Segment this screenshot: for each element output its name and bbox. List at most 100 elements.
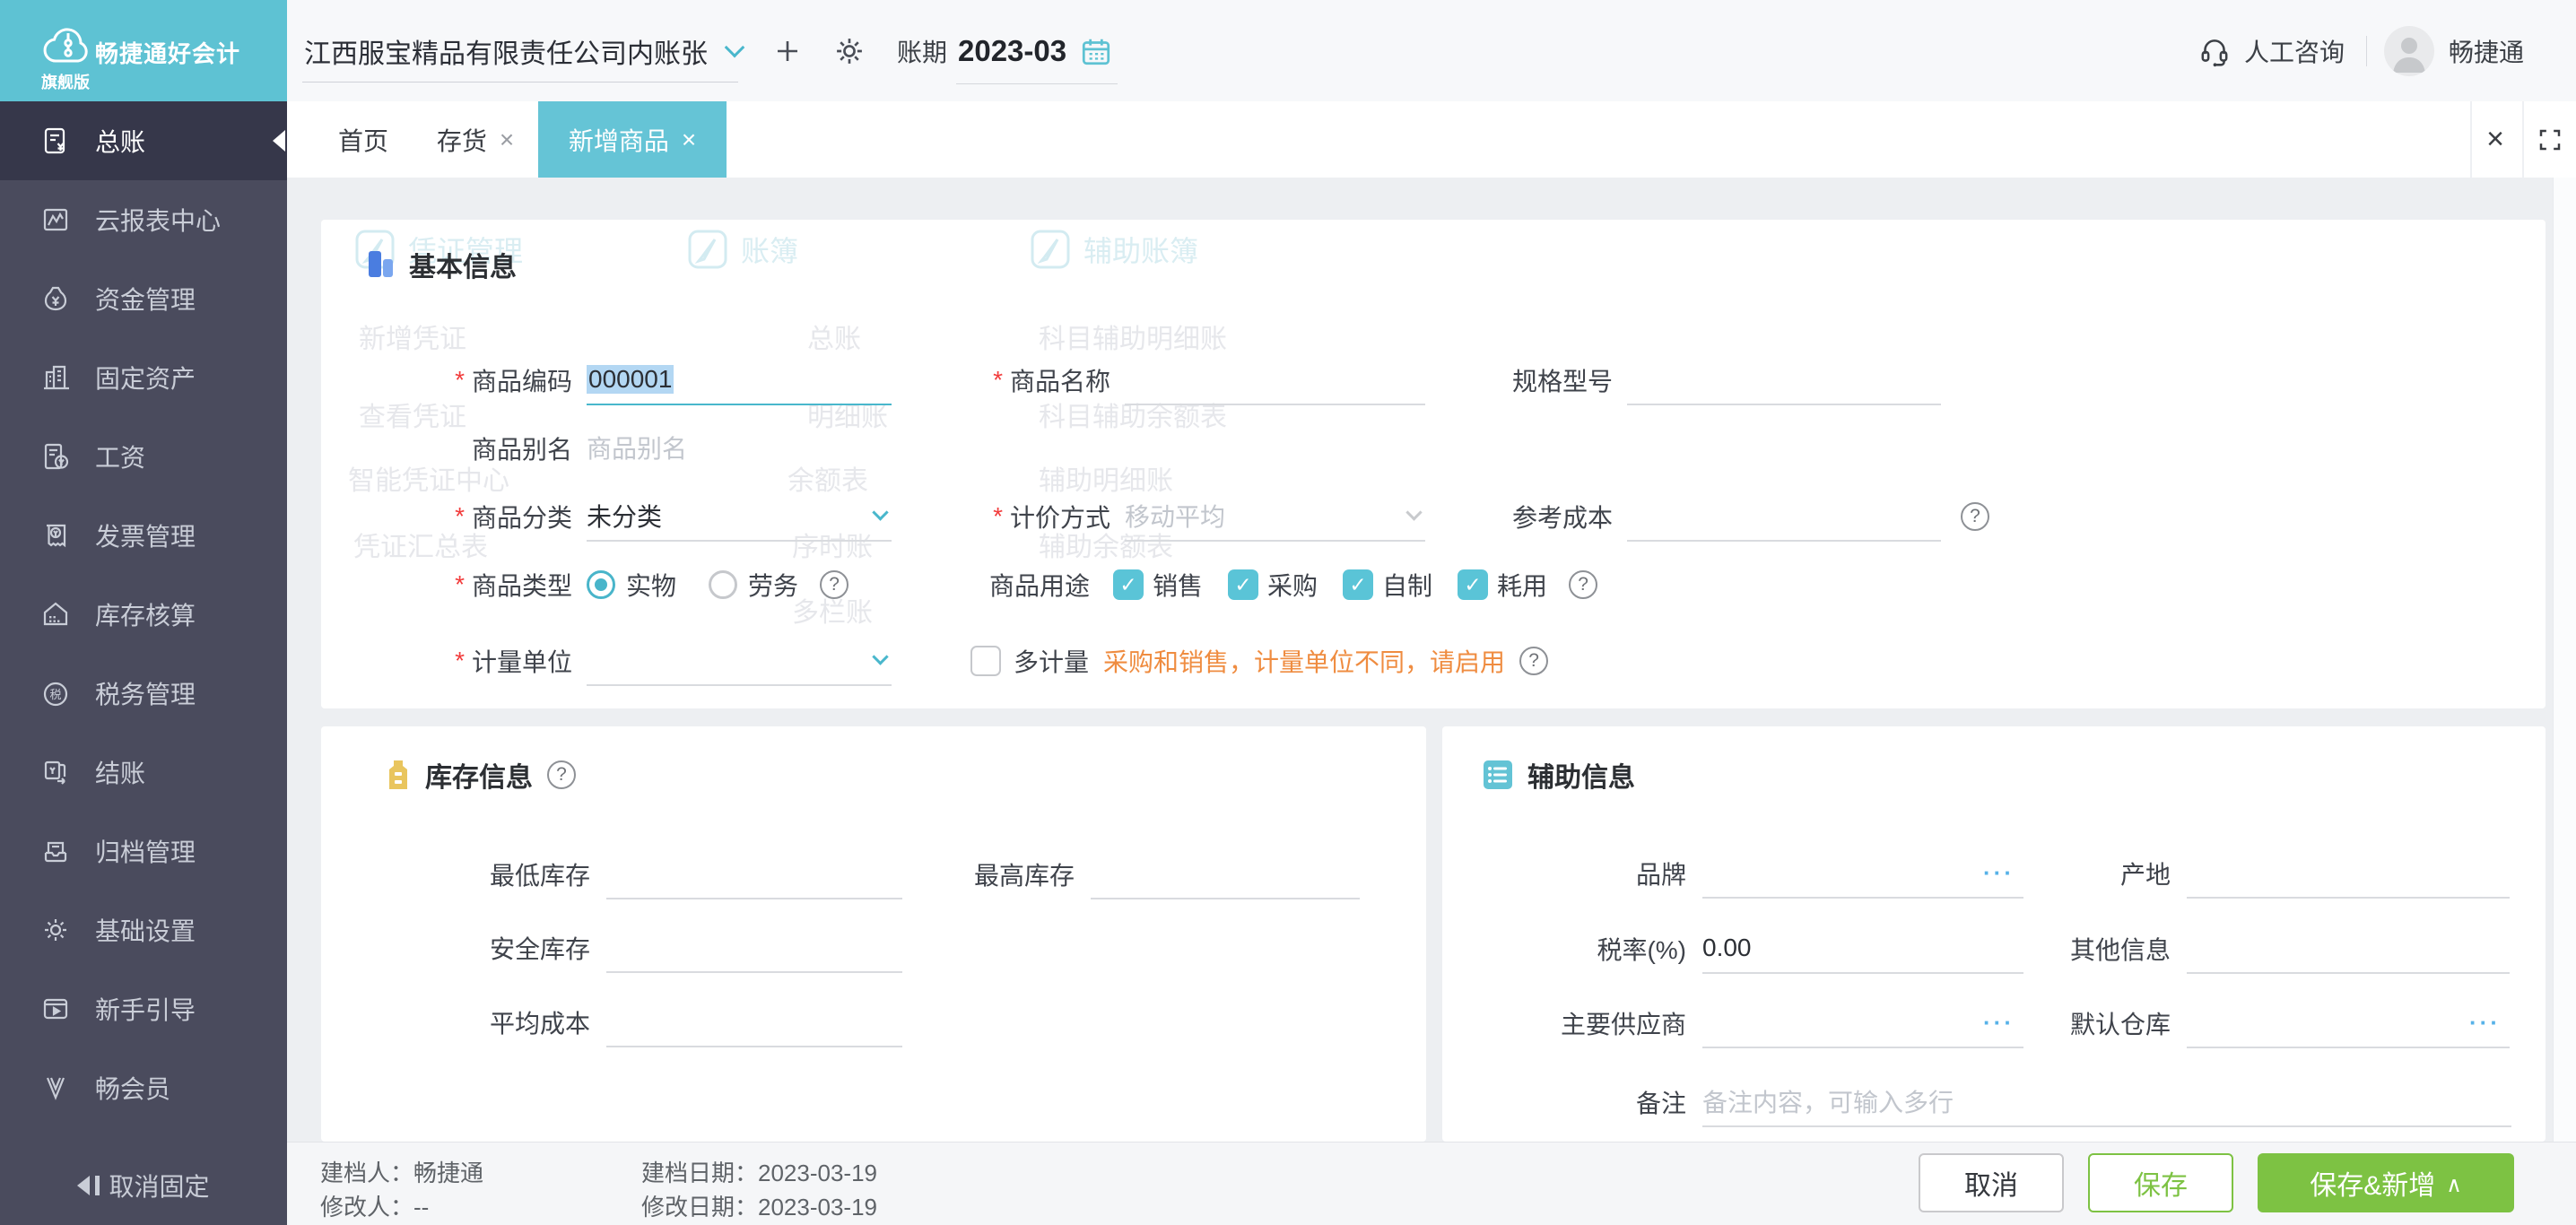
top-bar: 江西服宝精品有限责任公司内账张 账期 2023-03 人工咨询 畅捷通 (287, 0, 2576, 101)
scrollbar[interactable] (2553, 178, 2576, 1142)
sidebar-item-member[interactable]: 畅会员 (0, 1048, 287, 1127)
tab-new-product[interactable]: 新增商品 × (538, 101, 727, 178)
period-picker[interactable]: 2023-03 (958, 0, 1113, 101)
sidebar-item-fixed-assets[interactable]: 固定资产 (0, 338, 287, 417)
svg-text:税: 税 (49, 688, 61, 701)
brand-label: 品牌 (1635, 861, 1686, 889)
pricing-select[interactable]: 移动平均 (1125, 491, 1425, 542)
fullscreen-button[interactable] (2522, 101, 2576, 178)
help-icon[interactable]: ? (820, 570, 849, 599)
max-stock-input[interactable] (1091, 849, 1360, 899)
close-icon[interactable]: × (500, 126, 514, 154)
help-icon[interactable]: ? (1569, 570, 1598, 599)
origin-input[interactable] (2187, 848, 2510, 899)
general-ledger-icon (44, 127, 65, 154)
radio-physical[interactable] (587, 570, 615, 599)
ref-cost-input[interactable] (1627, 491, 1941, 542)
multi-unit-checkbox[interactable] (970, 646, 1001, 676)
checkbox-self-made[interactable]: ✓ (1343, 569, 1374, 600)
checkbox-self-made-label: 自制 (1382, 572, 1433, 600)
sidebar-item-guide[interactable]: 新手引导 (0, 969, 287, 1048)
cancel-button[interactable]: 取消 (1919, 1153, 2064, 1212)
member-icon (46, 1077, 65, 1100)
sidebar-item-payroll[interactable]: 工资 (0, 417, 287, 496)
pricing-field: * 计价方式 移动平均 (949, 491, 1425, 542)
supplier-input[interactable]: ··· (1702, 998, 2023, 1048)
avg-cost-field: 平均成本 (402, 997, 902, 1047)
cloud-report-icon (43, 208, 68, 231)
ellipsis-picker-icon[interactable]: ··· (2469, 1009, 2501, 1037)
other-info-input[interactable] (2187, 924, 2510, 974)
other-info-field: 其他信息 (1980, 924, 2510, 974)
add-account-button[interactable] (771, 0, 804, 101)
checkbox-sale[interactable]: ✓ (1113, 569, 1144, 600)
other-info-label: 其他信息 (2069, 936, 2171, 964)
company-selector[interactable]: 江西服宝精品有限责任公司内账张 (304, 0, 745, 101)
sidebar-item-general-ledger[interactable]: 总账 (0, 101, 287, 180)
spec-input[interactable] (1627, 355, 1941, 405)
product-name-input[interactable] (1125, 355, 1425, 405)
basic-info-title: 基本信息 (409, 253, 517, 282)
product-code-input[interactable]: 000001 (587, 355, 892, 405)
tab-inventory[interactable]: 存货 × (422, 101, 529, 178)
account-settings-button[interactable] (831, 0, 867, 101)
checkbox-consume[interactable]: ✓ (1458, 569, 1489, 600)
support-button[interactable]: 人工咨询 (2197, 0, 2345, 101)
ghost-text: 新增凭证 (359, 325, 466, 354)
inventory-info-card: 库存信息 ? 最低库存 最高库存 安全库存 平均成本 (321, 726, 1426, 1142)
tax-rate-input[interactable]: 0.00 (1702, 924, 2023, 974)
save-and-new-button[interactable]: 保存&新增 ∧ (2258, 1153, 2514, 1212)
max-stock-label: 最高库存 (973, 862, 1075, 890)
sidebar-item-funds[interactable]: 资金管理 (0, 259, 287, 338)
app-logo[interactable]: 畅捷通好会计 旗舰版 (0, 0, 287, 101)
category-select[interactable]: 未分类 (587, 491, 892, 542)
period-underline (956, 83, 1118, 84)
unpin-sidebar-button[interactable]: 取消固定 (0, 1159, 287, 1212)
avatar[interactable] (2384, 26, 2434, 76)
checkbox-purchase[interactable]: ✓ (1228, 569, 1259, 600)
sidebar-item-tax[interactable]: 税 税务管理 (0, 654, 287, 733)
min-stock-input[interactable] (606, 849, 902, 899)
settings-icon (45, 919, 66, 941)
help-icon[interactable]: ? (1961, 502, 1989, 531)
sidebar-item-inventory-accounting[interactable]: 库存核算 (0, 575, 287, 654)
check-icon: ✓ (1119, 572, 1137, 596)
close-panel-button[interactable]: × (2470, 101, 2519, 178)
tax-rate-label: 税率(%) (1597, 936, 1686, 964)
brand-input[interactable]: ··· (1702, 848, 2023, 899)
collapse-arrow-icon[interactable] (273, 130, 285, 152)
remark-placeholder: 备注内容，可输入多行 (1702, 1089, 1954, 1116)
help-icon[interactable]: ? (547, 760, 576, 789)
unit-select[interactable] (587, 636, 892, 686)
alias-input[interactable]: 商品别名 (587, 423, 892, 473)
footer-bar: 建档人：畅捷通 修改人：-- 建档日期：2023-03-19 修改日期：2023… (287, 1142, 2576, 1225)
sidebar-item-archive[interactable]: 归档管理 (0, 812, 287, 891)
sidebar-item-closing[interactable]: 结账 (0, 733, 287, 812)
supplier-label: 主要供应商 (1560, 1011, 1686, 1038)
required-asterisk: * (455, 647, 465, 674)
safe-stock-input[interactable] (606, 923, 902, 973)
modifier-meta: 修改人：-- (320, 1194, 430, 1221)
ref-cost-label: 参考成本 (1511, 504, 1613, 532)
chevron-down-icon (724, 37, 745, 57)
radio-service[interactable] (709, 570, 738, 599)
help-icon[interactable]: ? (1519, 647, 1549, 675)
sidebar-item-invoices[interactable]: 发票管理 (0, 496, 287, 575)
sidebar-item-label: 基础设置 (95, 917, 196, 945)
min-stock-field: 最低库存 (402, 849, 902, 899)
close-icon[interactable]: × (682, 126, 696, 154)
modified-date-meta: 修改日期：2023-03-19 (641, 1194, 878, 1221)
sidebar-item-label: 云报表中心 (95, 207, 222, 235)
tax-rate-field: 税率(%) 0.00 (1496, 924, 2023, 974)
remark-input[interactable]: 备注内容，可输入多行 (1702, 1077, 2511, 1127)
brand-field: 品牌 ··· (1496, 848, 2023, 899)
sidebar-item-cloud-reports[interactable]: 云报表中心 (0, 180, 287, 259)
checkbox-consume-label: 耗用 (1497, 572, 1548, 600)
warehouse-input[interactable]: ··· (2187, 998, 2510, 1048)
save-button[interactable]: 保存 (2088, 1153, 2233, 1212)
ghost-ledger-header: 账簿 (687, 229, 798, 270)
tab-home[interactable]: 首页 (323, 101, 404, 178)
user-name[interactable]: 畅捷通 (2449, 0, 2524, 101)
sidebar-item-settings[interactable]: 基础设置 (0, 891, 287, 969)
avg-cost-input[interactable] (606, 997, 902, 1047)
